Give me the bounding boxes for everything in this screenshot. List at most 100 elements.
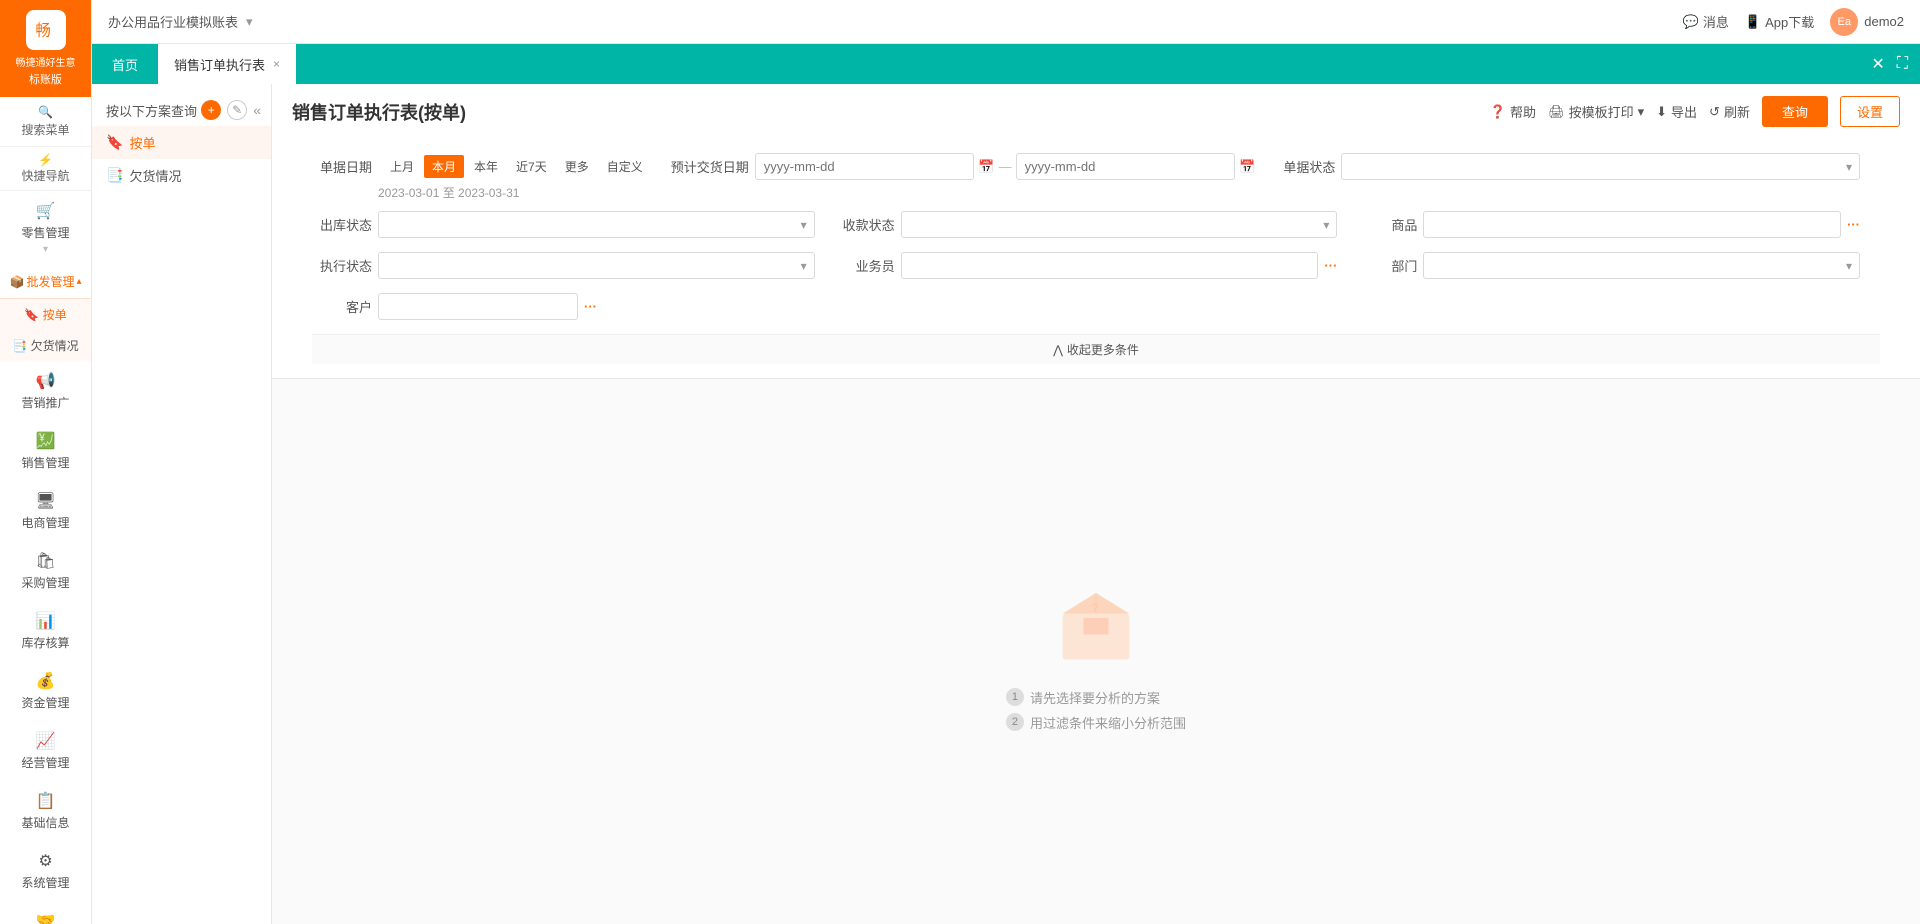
salesman-input[interactable] <box>901 252 1319 279</box>
dept-select[interactable] <box>1423 252 1860 279</box>
date-tab-last-month[interactable]: 上月 <box>382 155 422 178</box>
filter-stock-status-item: 出库状态 <box>312 211 815 238</box>
setting-btn[interactable]: 设置 <box>1840 96 1900 127</box>
stock-status-select[interactable] <box>378 211 815 238</box>
sidebar-item-ecommerce[interactable]: 🖥 电商管理 <box>0 481 91 541</box>
customer-input[interactable] <box>378 293 578 320</box>
sidebar-item-sales[interactable]: 💹 销售管理 <box>0 421 91 481</box>
sidebar-search-item[interactable]: 🔍 搜索菜单 <box>0 97 91 147</box>
sales-icon: 💹 <box>36 431 56 451</box>
chevron-down-icon: ▾ <box>43 244 48 255</box>
exec-status-select[interactable] <box>378 252 815 279</box>
sidebar-item-finance-label: 资金管理 <box>21 694 69 711</box>
doc-status-select[interactable] <box>1341 153 1860 180</box>
inventory-icon: 📊 <box>36 611 56 631</box>
collapse-up-icon: ⋀ <box>1053 343 1063 357</box>
sidebar-item-operation-label: 经营管理 <box>21 754 69 771</box>
user-profile[interactable]: Ea demo2 <box>1830 8 1904 36</box>
sidebar-item-marketing-label: 营销推广 <box>21 394 69 411</box>
sidebar-item-finance[interactable]: 💰 资金管理 <box>0 661 91 721</box>
sidebar-logo[interactable]: 畅 畅捷通好生意 标账版 <box>0 0 91 97</box>
print-label: 按模板打印 <box>1569 102 1634 121</box>
customer-ellipsis-btn[interactable]: ··· <box>584 299 597 314</box>
right-content: 销售订单执行表(按单) ❓ 帮助 🖨 按模板打印 ▾ ⬇ <box>272 84 1920 924</box>
date-range-text: 2023-03-01 至 2023-03-31 <box>378 186 519 200</box>
collapse-btn[interactable]: ⋀ 收起更多条件 <box>312 334 1880 364</box>
calendar-from-icon[interactable]: 📅 <box>978 159 994 175</box>
sidebar-item-wholesale[interactable]: 📦 批发管理 ▴ <box>0 265 91 298</box>
sidebar-item-basic[interactable]: 📋 基础信息 <box>0 781 91 841</box>
left-panel-add-btn[interactable]: + <box>201 100 221 120</box>
tab-home[interactable]: 首页 <box>92 44 158 84</box>
empty-tip-1: 1 请先选择要分析的方案 <box>1006 688 1186 707</box>
sidebar-item-enterprise[interactable]: 🤝 企业协同 <box>0 901 91 924</box>
sidebar-item-system[interactable]: ⚙ 系统管理 <box>0 841 91 901</box>
calendar-to-icon[interactable]: 📅 <box>1239 159 1255 175</box>
filter-delivery-item: 预计交货日期 📅 — 📅 <box>671 153 1256 180</box>
main-area: 办公用品行业模拟账表 ▾ 💬 消息 📱 App下载 Ea demo2 首页 <box>92 0 1920 924</box>
date-tab-more[interactable]: 更多 <box>557 155 597 178</box>
data-area: ? 1 请先选择要分析的方案 2 用过滤条件来缩小分析范围 <box>272 379 1920 924</box>
sidebar-item-retail-label: 零售管理 <box>21 224 69 241</box>
goods-ellipsis-btn[interactable]: ··· <box>1847 217 1860 232</box>
page-actions: ❓ 帮助 🖨 按模板打印 ▾ ⬇ 导出 ↺ <box>1490 96 1900 127</box>
order-icon: 🔖 <box>24 308 39 322</box>
date-label: 单据日期 <box>312 157 372 176</box>
sidebar-item-operation[interactable]: 📈 经营管理 <box>0 721 91 781</box>
query-btn[interactable]: 查询 <box>1762 96 1828 127</box>
sidebar-item-marketing[interactable]: 📢 营销推广 <box>0 361 91 421</box>
chevron-up-icon: ▴ <box>76 276 81 287</box>
logo-text: 畅捷通好生意 <box>6 54 85 69</box>
left-panel: 按以下方案查询 + ✎ « 🔖 按单 📑 欠货情况 <box>92 84 272 924</box>
page-header-top: 销售订单执行表(按单) ❓ 帮助 🖨 按模板打印 ▾ ⬇ <box>292 96 1900 127</box>
receipt-status-select[interactable] <box>901 211 1338 238</box>
salesman-ellipsis-btn[interactable]: ··· <box>1324 258 1337 273</box>
date-tab-this-year[interactable]: 本年 <box>466 155 506 178</box>
add-icon: + <box>208 103 215 117</box>
window-maximize-icon[interactable]: ⛶ <box>1897 55 1908 73</box>
filter-exec-status-item: 执行状态 <box>312 252 815 279</box>
download-icon: 📱 <box>1745 14 1761 30</box>
export-btn[interactable]: ⬇ 导出 <box>1656 102 1697 121</box>
sidebar-sub-item-debt[interactable]: 📑 欠货情况 <box>0 330 91 361</box>
sidebar: 畅 畅捷通好生意 标账版 🔍 搜索菜单 ⚡ 快捷导航 🛒 零售管理 ▾ 📦 批发… <box>0 0 92 924</box>
left-panel-item-order[interactable]: 🔖 按单 <box>92 126 271 159</box>
tab-close-icon[interactable]: × <box>273 57 280 71</box>
date-tab-this-month[interactable]: 本月 <box>424 155 464 178</box>
sidebar-search-label: 搜索菜单 <box>6 121 85 138</box>
window-close-icon[interactable]: ✕ <box>1871 54 1884 74</box>
print-btn[interactable]: 🖨 按模板打印 ▾ <box>1548 102 1644 121</box>
logo-subtext: 标账版 <box>6 71 85 87</box>
app-download-btn[interactable]: 📱 App下载 <box>1745 12 1814 31</box>
print-chevron[interactable]: ▾ <box>1638 104 1645 120</box>
sidebar-quicknav-item[interactable]: ⚡ 快捷导航 <box>0 147 91 191</box>
date-tab-last7days[interactable]: 近7天 <box>508 155 555 178</box>
help-btn[interactable]: ❓ 帮助 <box>1490 102 1536 121</box>
delivery-to-input[interactable] <box>1016 153 1236 180</box>
sidebar-sub-item-order[interactable]: 🔖 按单 <box>0 299 91 330</box>
left-panel-collapse-btn[interactable]: « <box>253 102 261 118</box>
date-tab-custom[interactable]: 自定义 <box>599 155 651 178</box>
message-btn[interactable]: 💬 消息 <box>1683 12 1729 31</box>
search-icon: 🔍 <box>6 105 85 119</box>
sidebar-item-inventory[interactable]: 📊 库存核算 <box>0 601 91 661</box>
sidebar-item-purchase[interactable]: 🛍 采购管理 <box>0 541 91 601</box>
delivery-from-input[interactable] <box>755 153 975 180</box>
sidebar-quicknav-label: 快捷导航 <box>0 167 91 184</box>
goods-input[interactable] <box>1423 211 1841 238</box>
header-dropdown-icon[interactable]: ▾ <box>246 14 253 30</box>
tab-sales-order[interactable]: 销售订单执行表 × <box>158 44 296 84</box>
export-label: 导出 <box>1671 102 1697 121</box>
message-label: 消息 <box>1703 12 1729 31</box>
sidebar-item-purchase-label: 采购管理 <box>21 574 69 591</box>
filter-doc-status-item: 单据状态 <box>1275 153 1860 180</box>
filter-row-1: 单据日期 上月 本月 本年 近7天 更多 自定义 <box>312 153 1880 180</box>
refresh-btn[interactable]: ↺ 刷新 <box>1709 102 1750 121</box>
left-panel-edit-btn[interactable]: ✎ <box>227 100 247 120</box>
left-panel-item-debt[interactable]: 📑 欠货情况 <box>92 159 271 192</box>
retail-icon: 🛒 <box>36 201 56 221</box>
sidebar-item-retail[interactable]: 🛒 零售管理 ▾ <box>0 191 91 265</box>
empty-tips: 1 请先选择要分析的方案 2 用过滤条件来缩小分析范围 <box>1006 688 1186 732</box>
filter-customer-item: 客户 ··· <box>312 293 662 320</box>
left-panel-item-order-label: 按单 <box>129 133 155 152</box>
